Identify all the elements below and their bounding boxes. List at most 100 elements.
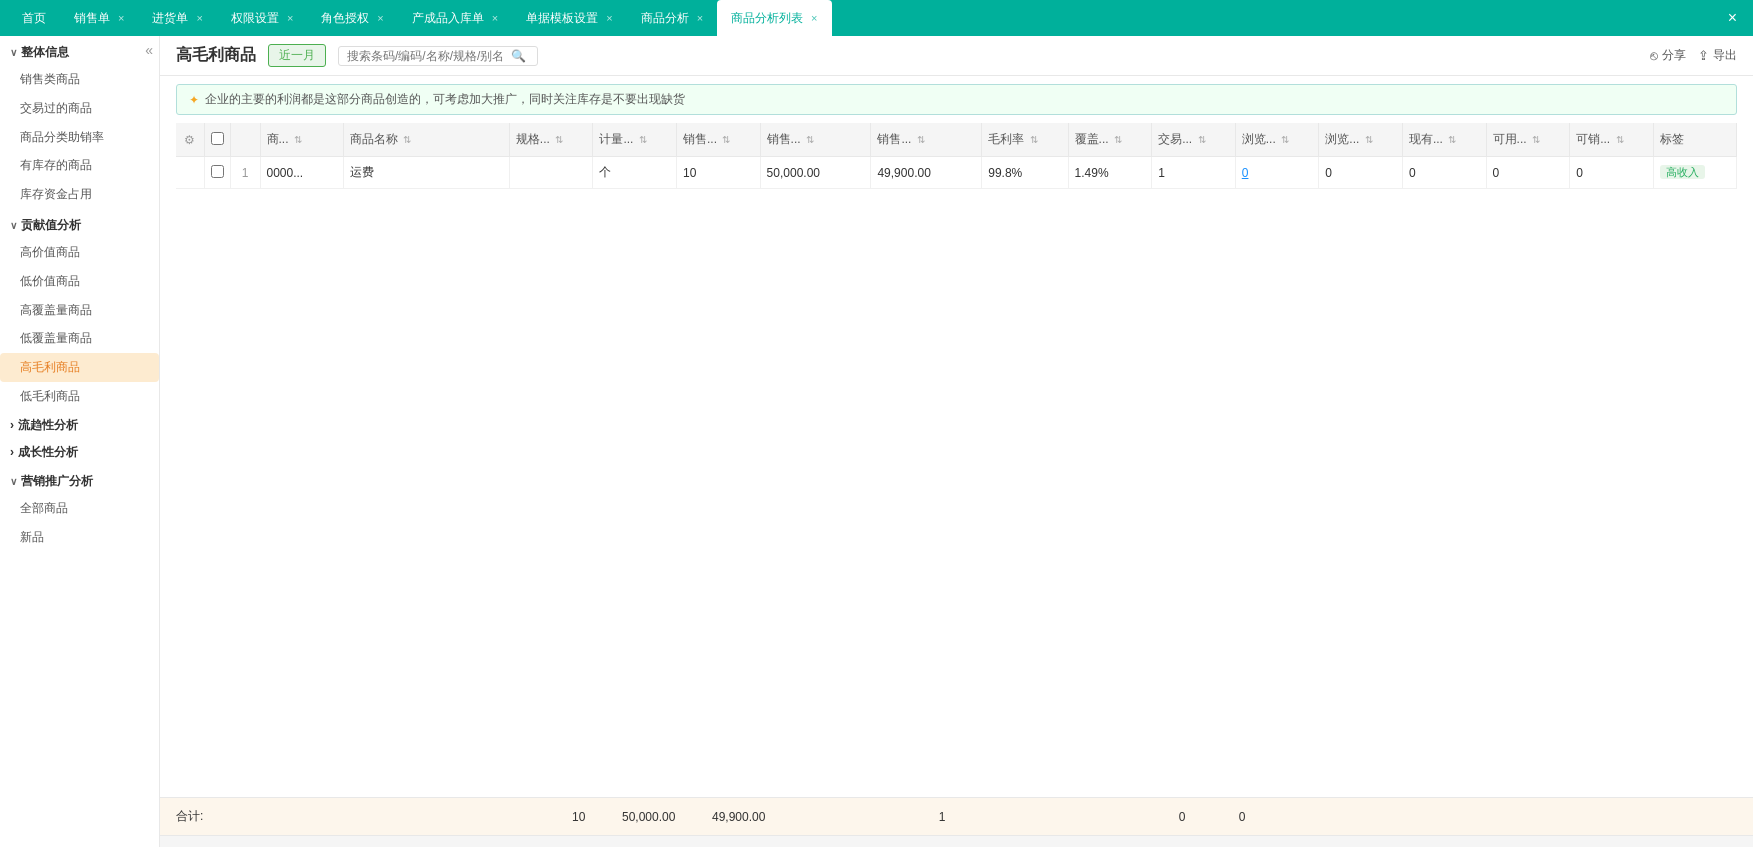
close-finished-goods[interactable]: ×	[492, 12, 498, 24]
sidebar-item-low-value[interactable]: 低价值商品	[0, 267, 159, 296]
column-gross-rate: 毛利率 ⇅	[982, 123, 1068, 157]
sort-gross-rate-icon[interactable]: ⇅	[1030, 134, 1038, 145]
close-template-settings[interactable]: ×	[606, 12, 612, 24]
sidebar-collapse-button[interactable]: «	[145, 42, 153, 58]
row-sales-amount: 50,000.00	[760, 157, 871, 189]
sort-available-icon[interactable]: ⇅	[1532, 134, 1540, 145]
bottom-scrollbar[interactable]	[160, 835, 1753, 847]
sort-coverage-icon[interactable]: ⇅	[1114, 134, 1122, 145]
row-sales-qty: 10	[677, 157, 761, 189]
search-input[interactable]	[347, 49, 507, 63]
share-button[interactable]: ⎋ 分享	[1650, 47, 1686, 64]
page-title: 高毛利商品	[176, 45, 256, 66]
close-product-analysis-list[interactable]: ×	[811, 12, 817, 24]
column-transaction: 交易... ⇅	[1152, 123, 1236, 157]
close-permission-settings[interactable]: ×	[287, 12, 293, 24]
table-header-row: ⚙ 商... ⇅ 商品名称 ⇅	[176, 123, 1737, 157]
column-gear[interactable]: ⚙	[176, 123, 204, 157]
sidebar-item-all-goods[interactable]: 全部商品	[0, 494, 159, 523]
close-purchase-order[interactable]: ×	[196, 12, 202, 24]
sidebar-section-overall[interactable]: ∨ 整体信息	[0, 36, 159, 65]
nav-home[interactable]: 首页	[8, 0, 60, 36]
sidebar-item-low-coverage[interactable]: 低覆盖量商品	[0, 324, 159, 353]
top-navigation: 首页 销售单 × 进货单 × 权限设置 × 角色授权 × 产成品入库单 × 单据…	[0, 0, 1753, 36]
sort-current-icon[interactable]: ⇅	[1448, 134, 1456, 145]
sort-browse2-icon[interactable]: ⇅	[1365, 134, 1373, 145]
nav-product-analysis-list[interactable]: 商品分析列表 ×	[717, 0, 831, 36]
footer-available: 0	[1137, 810, 1197, 824]
column-available: 可用... ⇅	[1486, 123, 1570, 157]
column-browse2: 浏览... ⇅	[1319, 123, 1403, 157]
select-all-checkbox[interactable]	[211, 132, 224, 145]
nav-finished-goods[interactable]: 产成品入库单 ×	[398, 0, 512, 36]
row-code: 0000...	[260, 157, 343, 189]
column-browse1: 浏览... ⇅	[1235, 123, 1319, 157]
sort-code-icon[interactable]: ⇅	[294, 134, 302, 145]
sidebar-item-high-margin[interactable]: 高毛利商品	[0, 353, 159, 382]
column-name: 商品名称 ⇅	[343, 123, 509, 157]
row-browse1[interactable]: 0	[1235, 157, 1319, 189]
search-box: 🔍	[338, 46, 538, 66]
content-area: 高毛利商品 近一月 🔍 ⎋ 分享 ⇪ 导出 ✦ 企业的主要的利润都是这部分商品创…	[160, 36, 1753, 847]
sidebar-item-category-rate[interactable]: 商品分类助销率	[0, 123, 159, 152]
sort-name-icon[interactable]: ⇅	[403, 134, 411, 145]
nav-purchase-order[interactable]: 进货单 ×	[138, 0, 216, 36]
row-checkbox-cell	[204, 157, 230, 189]
sidebar-item-high-value[interactable]: 高价值商品	[0, 238, 159, 267]
sidebar-item-in-stock[interactable]: 有库存的商品	[0, 151, 159, 180]
column-current: 现有... ⇅	[1402, 123, 1486, 157]
sort-sales-amount-icon[interactable]: ⇅	[806, 134, 814, 145]
search-icon[interactable]: 🔍	[511, 49, 526, 63]
sidebar-item-high-coverage[interactable]: 高覆盖量商品	[0, 296, 159, 325]
row-available: 0	[1486, 157, 1570, 189]
close-product-analysis[interactable]: ×	[697, 12, 703, 24]
footer-label: 合计:	[176, 808, 203, 825]
export-button[interactable]: ⇪ 导出	[1698, 47, 1737, 64]
main-layout: « ∨ 整体信息 销售类商品 交易过的商品 商品分类助销率 有库存的商品 库存资…	[0, 36, 1753, 847]
sort-saleable-icon[interactable]: ⇅	[1616, 134, 1624, 145]
sort-unit-icon[interactable]: ⇅	[639, 134, 647, 145]
growth-arrow-icon: ›	[10, 445, 14, 459]
overall-arrow-icon: ∨	[10, 47, 17, 58]
close-sales-order[interactable]: ×	[118, 12, 124, 24]
nav-role-auth[interactable]: 角色授权 ×	[307, 0, 397, 36]
sort-transaction-icon[interactable]: ⇅	[1198, 134, 1206, 145]
sidebar-item-sales-goods[interactable]: 销售类商品	[0, 65, 159, 94]
row-checkbox[interactable]	[211, 165, 224, 178]
tag-badge: 高收入	[1660, 165, 1705, 179]
sort-spec-icon[interactable]: ⇅	[555, 134, 563, 145]
close-role-auth[interactable]: ×	[377, 12, 383, 24]
content-header: 高毛利商品 近一月 🔍 ⎋ 分享 ⇪ 导出	[160, 36, 1753, 76]
period-last-month-button[interactable]: 近一月	[268, 44, 326, 67]
sidebar-item-inventory-capital[interactable]: 库存资金占用	[0, 180, 159, 209]
data-table: ⚙ 商... ⇅ 商品名称 ⇅	[176, 123, 1737, 189]
share-icon: ⎋	[1650, 48, 1658, 63]
nav-sales-order[interactable]: 销售单 ×	[60, 0, 138, 36]
sidebar-section-growth[interactable]: › 成长性分析	[0, 438, 159, 465]
nav-permission-settings[interactable]: 权限设置 ×	[217, 0, 307, 36]
table-row: 1 0000... 运费 个 10 50,000.00 49,900.00 99…	[176, 157, 1737, 189]
sort-browse1-icon[interactable]: ⇅	[1281, 134, 1289, 145]
sidebar-section-contribution[interactable]: ∨ 贡献值分析	[0, 209, 159, 238]
sort-sales-qty-icon[interactable]: ⇅	[722, 134, 730, 145]
row-gear	[176, 157, 204, 189]
close-window-button[interactable]: ×	[1720, 9, 1745, 27]
footer-sales-amount: 50,000.00	[597, 810, 687, 824]
footer-transaction: 1	[897, 810, 957, 824]
sidebar-item-low-margin[interactable]: 低毛利商品	[0, 382, 159, 411]
row-browse2: 0	[1319, 157, 1403, 189]
row-name: 运费	[343, 157, 509, 189]
sidebar-item-traded-goods[interactable]: 交易过的商品	[0, 94, 159, 123]
sidebar-section-trend[interactable]: › 流趋性分析	[0, 411, 159, 438]
contribution-arrow-icon: ∨	[10, 220, 17, 231]
marketing-arrow-icon: ∨	[10, 476, 17, 487]
row-current: 0	[1402, 157, 1486, 189]
nav-product-analysis[interactable]: 商品分析 ×	[627, 0, 717, 36]
sidebar-section-marketing[interactable]: ∨ 营销推广分析	[0, 465, 159, 494]
column-unit: 计量... ⇅	[593, 123, 677, 157]
sort-sales-cost-icon[interactable]: ⇅	[917, 134, 925, 145]
sidebar-item-new-goods[interactable]: 新品	[0, 523, 159, 552]
nav-template-settings[interactable]: 单据模板设置 ×	[512, 0, 626, 36]
column-sales-amount: 销售... ⇅	[760, 123, 871, 157]
column-saleable: 可销... ⇅	[1570, 123, 1654, 157]
